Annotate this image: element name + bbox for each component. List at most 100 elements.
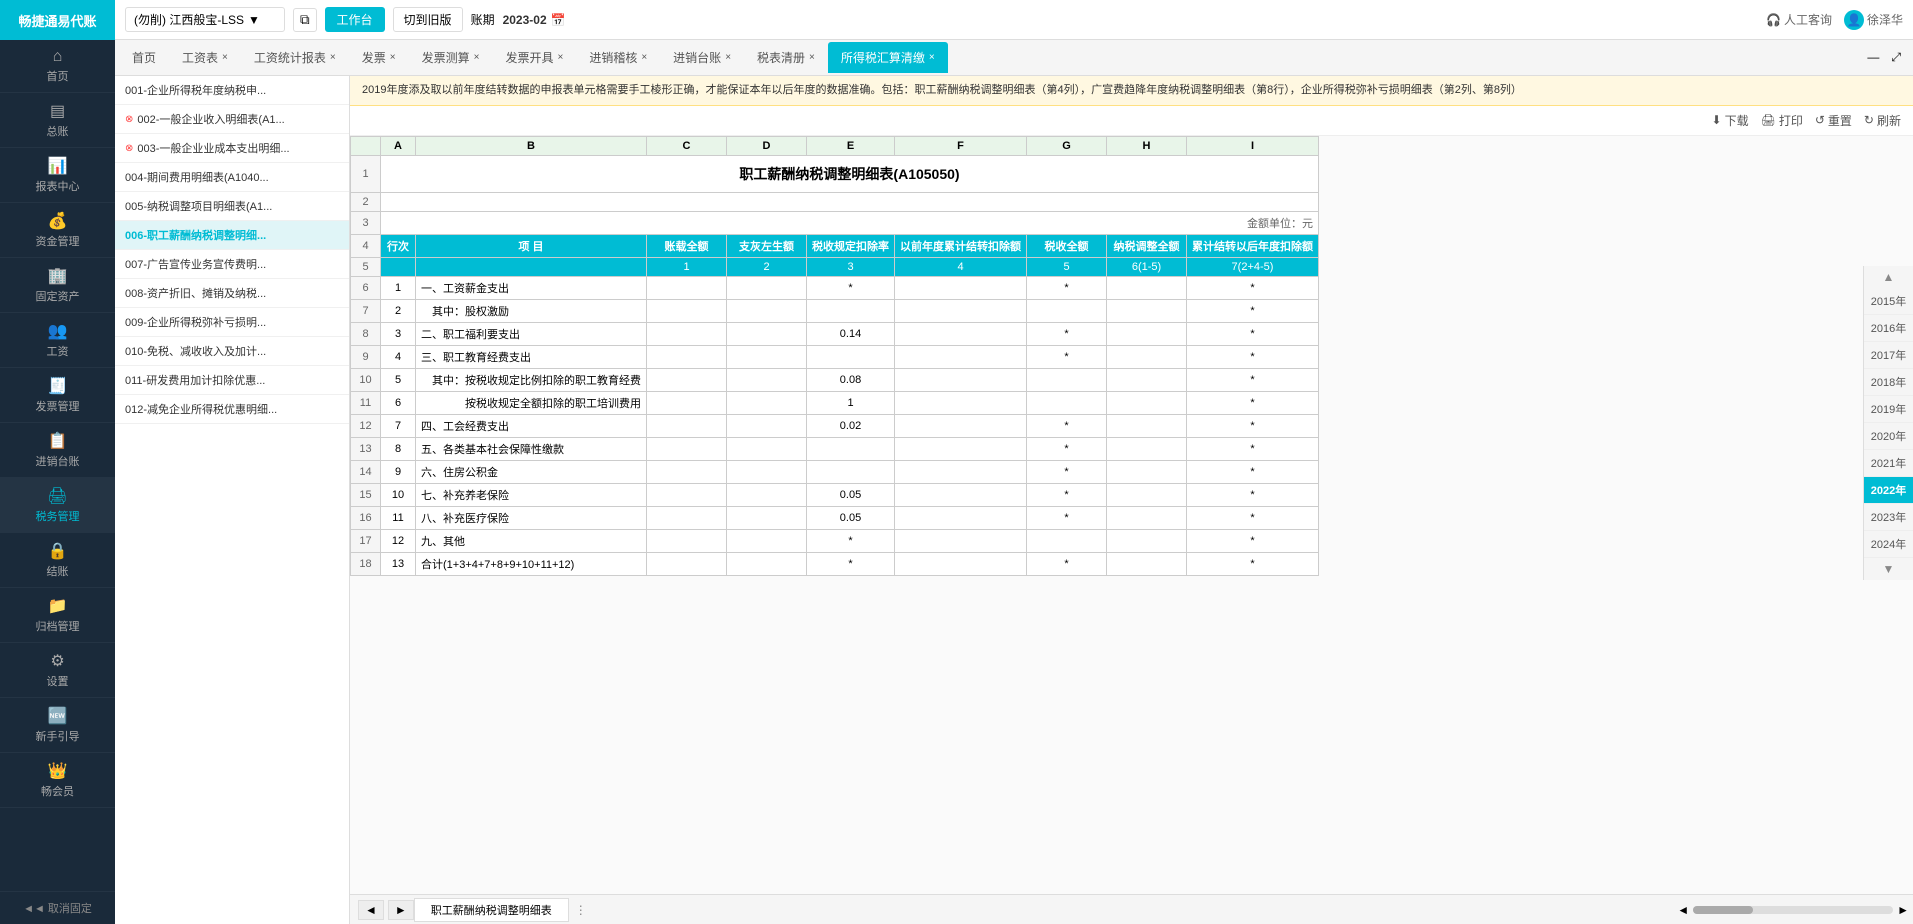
tab-purchase-audit-close[interactable]: ×: [641, 52, 647, 63]
tab-purchase-ledger[interactable]: 进销台账 ×: [660, 42, 744, 73]
sidebar-item-general-ledger[interactable]: ▤ 总账: [0, 93, 115, 148]
tab-home[interactable]: 首页: [119, 42, 169, 73]
tab-payroll-stat[interactable]: 工资统计报表 ×: [241, 42, 349, 73]
year-2016[interactable]: 2016年: [1864, 315, 1913, 342]
switch-period-button[interactable]: 切到旧版: [393, 7, 463, 32]
user-avatar[interactable]: 👤 徐泽华: [1844, 10, 1903, 30]
horizontal-scrollbar[interactable]: [1693, 906, 1893, 914]
sidebar-item-home[interactable]: ⌂ 首页: [0, 40, 115, 93]
print-button[interactable]: 🖨 打印: [1761, 112, 1803, 129]
list-item-007[interactable]: 007-广告宣传业务宣传费明...: [115, 250, 349, 279]
tab-purchase-audit[interactable]: 进销稽核 ×: [576, 42, 660, 73]
sidebar-item-fixed-assets[interactable]: 🏢 固定资产: [0, 258, 115, 313]
sidebar-footer-unpin[interactable]: ◄◄ 取消固定: [0, 891, 115, 924]
refresh-icon: ↻: [1864, 113, 1874, 127]
tab-payroll-close[interactable]: ×: [222, 52, 228, 63]
notice-bar: 2019年度添及取以前年度结转数据的申报表单元格需要手工棱形正确，才能保证本年以…: [350, 76, 1913, 106]
tab-invoice-calc[interactable]: 发票测算 ×: [409, 42, 493, 73]
header-item: 项 目: [416, 234, 647, 257]
right-content: 2019年度添及取以前年度结转数据的申报表单元格需要手工棱形正确，才能保证本年以…: [350, 76, 1913, 924]
app-logo: 畅捷通易代账: [0, 0, 115, 40]
header-col1: 账载全额: [647, 234, 727, 257]
download-button[interactable]: ⬇ 下载: [1712, 112, 1749, 129]
sidebar-item-purchase-sales[interactable]: 📋 进销台账: [0, 423, 115, 478]
sidebar-item-invoice[interactable]: 🧾 发票管理: [0, 368, 115, 423]
list-item-010[interactable]: 010-免税、减收收入及加计...: [115, 337, 349, 366]
sidebar-item-closing[interactable]: 🔒 结账: [0, 533, 115, 588]
list-item-011[interactable]: 011-研发费用加计扣除优惠...: [115, 366, 349, 395]
list-item-003[interactable]: ⊗ 003-一般企业业成本支出明细...: [115, 134, 349, 163]
year-2020[interactable]: 2020年: [1864, 423, 1913, 450]
year-2024[interactable]: 2024年: [1864, 531, 1913, 558]
header-col7: 累计结转以后年度扣除额: [1187, 234, 1319, 257]
bottom-sheet-tab[interactable]: 职工薪酬纳税调整明细表: [414, 898, 569, 922]
sidebar-item-member[interactable]: 👑 畅会员: [0, 753, 115, 808]
tab-purchase-ledger-label: 进销台账: [673, 49, 721, 66]
sub-num-blank: [381, 257, 416, 276]
tabs-maximize[interactable]: ⤢: [1887, 48, 1905, 67]
list-item-009[interactable]: 009-企业所得税弥补亏损明...: [115, 308, 349, 337]
tab-income-tax-close[interactable]: ×: [929, 52, 935, 63]
tabs-minimize[interactable]: —: [1863, 48, 1883, 67]
sidebar-item-archive[interactable]: 📁 归档管理: [0, 588, 115, 643]
tab-invoice-close[interactable]: ×: [390, 52, 396, 63]
title-row-2: 2: [351, 192, 1319, 211]
row-num-2: 2: [351, 192, 381, 211]
sidebar-item-tax[interactable]: 🖨 税务管理: [0, 478, 115, 533]
bottom-next[interactable]: ►: [388, 900, 414, 920]
year-2015[interactable]: 2015年: [1864, 288, 1913, 315]
list-item-006[interactable]: 006-职工薪酬纳税调整明细...: [115, 221, 349, 250]
tab-invoice-calc-close[interactable]: ×: [474, 52, 480, 63]
list-item-004[interactable]: 004-期间费用明细表(A1040...: [115, 163, 349, 192]
download-icon: ⬇: [1712, 113, 1722, 127]
bottom-prev[interactable]: ◄: [358, 900, 384, 920]
company-selector[interactable]: (勿削) 江西般宝-LSS ▼: [125, 7, 285, 32]
list-item-012[interactable]: 012-减免企业所得税优惠明细...: [115, 395, 349, 424]
refresh-button[interactable]: ↻ 刷新: [1864, 112, 1901, 129]
bottom-tab-menu[interactable]: ⋮: [575, 903, 587, 917]
list-item-008[interactable]: 008-资产折旧、摊销及纳税...: [115, 279, 349, 308]
year-2021[interactable]: 2021年: [1864, 450, 1913, 477]
list-item-005[interactable]: 005-纳税调整项目明细表(A1...: [115, 192, 349, 221]
list-item-008-label: 008-资产折旧、摊销及纳税...: [125, 285, 266, 301]
year-2018[interactable]: 2018年: [1864, 369, 1913, 396]
sidebar-item-payroll[interactable]: 👥 工资: [0, 313, 115, 368]
col-header-G: G: [1027, 136, 1107, 155]
year-scroll-down[interactable]: ▼: [1879, 558, 1899, 580]
tab-payroll-stat-close[interactable]: ×: [330, 52, 336, 63]
service-btn[interactable]: 🎧 人工客询: [1766, 11, 1832, 28]
list-item-003-label: 003-一般企业业成本支出明细...: [137, 140, 289, 156]
list-item-001[interactable]: 001-企业所得税年度纳税申...: [115, 76, 349, 105]
workbench-button[interactable]: 工作台: [325, 7, 385, 32]
sidebar-item-guide[interactable]: 🆕 新手引导: [0, 698, 115, 753]
period-label: 账期 2023-02 📅: [471, 11, 566, 28]
archive-icon: 📁: [48, 596, 68, 616]
reset-button[interactable]: ↺ 重置: [1815, 112, 1852, 129]
tab-income-tax[interactable]: 所得税汇算清缴 ×: [828, 42, 948, 73]
tab-tax-book-close[interactable]: ×: [809, 52, 815, 63]
sidebar-item-reports[interactable]: 📊 报表中心: [0, 148, 115, 203]
tab-invoice-issue-close[interactable]: ×: [557, 52, 563, 63]
year-2023[interactable]: 2023年: [1864, 504, 1913, 531]
calendar-icon[interactable]: 📅: [551, 13, 566, 27]
table-row: 10 5 其中：按税收规定比例扣除的职工教育经费 0.08 *: [351, 368, 1319, 391]
sidebar-item-assets-mgmt[interactable]: 💰 资金管理: [0, 203, 115, 258]
year-2022[interactable]: 2022年: [1864, 477, 1913, 504]
scroll-right-btn[interactable]: ►: [1897, 903, 1909, 917]
tab-payroll[interactable]: 工资表 ×: [169, 42, 241, 73]
year-2019[interactable]: 2019年: [1864, 396, 1913, 423]
tab-invoice-issue[interactable]: 发票开具 ×: [492, 42, 576, 73]
sidebar-item-settings[interactable]: ⚙ 设置: [0, 643, 115, 698]
copy-btn[interactable]: ⧉: [293, 8, 317, 32]
sidebar-item-label: 畅会员: [41, 783, 74, 799]
scroll-left-btn[interactable]: ◄: [1677, 903, 1689, 917]
table-row: 17 12 九、其他 * *: [351, 529, 1319, 552]
tab-invoice[interactable]: 发票 ×: [349, 42, 409, 73]
year-scroll-up[interactable]: ▲: [1879, 266, 1899, 288]
list-item-002[interactable]: ⊗ 002-一般企业收入明细表(A1...: [115, 105, 349, 134]
tab-tax-book[interactable]: 税表清册 ×: [744, 42, 828, 73]
topbar: (勿削) 江西般宝-LSS ▼ ⧉ 工作台 切到旧版 账期 2023-02 📅 …: [115, 0, 1913, 40]
content-area: 001-企业所得税年度纳税申... ⊗ 002-一般企业收入明细表(A1... …: [115, 76, 1913, 924]
year-2017[interactable]: 2017年: [1864, 342, 1913, 369]
tab-purchase-ledger-close[interactable]: ×: [725, 52, 731, 63]
